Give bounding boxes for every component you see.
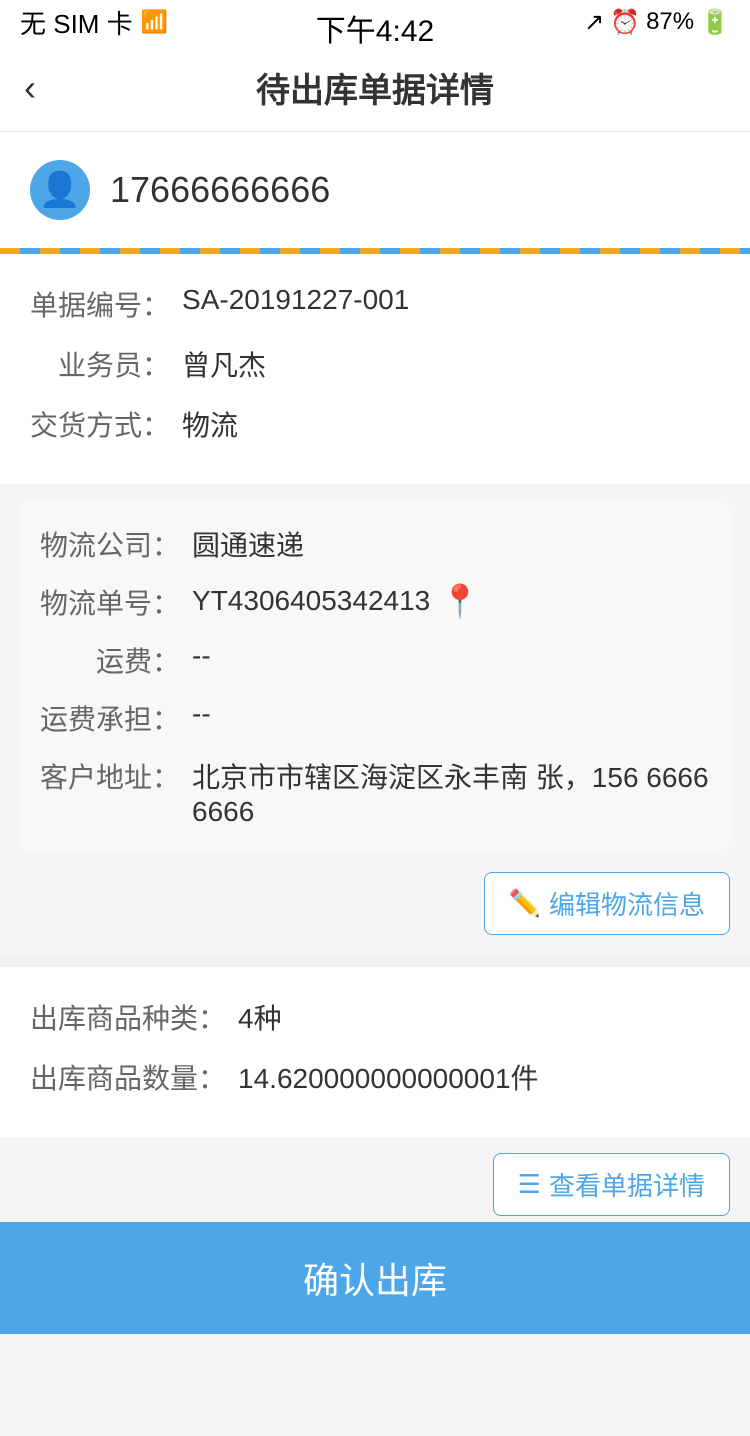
- goods-type-label: 出库商品种类：: [30, 997, 226, 1037]
- goods-type-row: 出库商品种类： 4种: [30, 997, 720, 1037]
- section-divider: [0, 955, 750, 967]
- logistics-address-label: 客户地址：: [40, 756, 180, 796]
- edit-icon: ✏️: [509, 888, 541, 919]
- goods-type-value: 4种: [238, 997, 720, 1037]
- salesman-value: 曾凡杰: [182, 344, 720, 384]
- user-icon: 👤: [39, 170, 81, 210]
- order-number-row: 单据编号： SA-20191227-001: [30, 284, 720, 324]
- logistics-card: 物流公司： 圆通速递 物流单号： YT43064053424​13 📍 运费： …: [20, 500, 730, 852]
- delivery-row: 交货方式： 物流: [30, 404, 720, 444]
- battery-icon: 🔋: [700, 8, 730, 37]
- order-number-value: SA-20191227-001: [182, 284, 720, 316]
- logistics-freight-value: --: [192, 640, 710, 672]
- goods-quantity-label: 出库商品数量：: [30, 1057, 226, 1097]
- edit-btn-label: 编辑物流信息: [549, 885, 705, 922]
- avatar: 👤: [30, 160, 90, 220]
- bottom-btn-area: 确认出库: [0, 1222, 750, 1334]
- location-icon: ↗: [584, 8, 604, 37]
- page-title: 待出库单据详情: [256, 63, 494, 112]
- logistics-company-row: 物流公司： 圆通速递: [40, 524, 710, 564]
- logistics-address-row: 客户地址： 北京市市辖区海淀区永丰南 张，156 6666 6666: [40, 756, 710, 828]
- goods-quantity-row: 出库商品数量： 14.620000000000001件: [30, 1057, 720, 1097]
- confirm-outbound-button[interactable]: 确认出库: [303, 1252, 447, 1304]
- battery-label: 87%: [646, 8, 694, 36]
- logistics-freight-bear-label: 运费承担：: [40, 698, 180, 738]
- order-number-label: 单据编号：: [30, 284, 170, 324]
- logistics-address-value: 北京市市辖区海淀区永丰南 张，156 6666 6666: [192, 756, 710, 828]
- customer-section: 👤 17666666666: [0, 132, 750, 248]
- logistics-freight-label: 运费：: [40, 640, 180, 680]
- detail-btn-label: 查看单据详情: [549, 1166, 705, 1203]
- logistics-company-value: 圆通速递: [192, 524, 710, 564]
- alarm-icon: ⏰: [610, 8, 640, 37]
- status-bar: 无 SIM 卡 📶 下午4:42 ↗ ⏰ 87% 🔋: [0, 0, 750, 44]
- goods-section: 出库商品种类： 4种 出库商品数量： 14.620000000000001件: [0, 967, 750, 1137]
- status-left: 无 SIM 卡 📶: [20, 4, 168, 41]
- salesman-row: 业务员： 曾凡杰: [30, 344, 720, 384]
- edit-logistics-button[interactable]: ✏️ 编辑物流信息: [484, 872, 730, 935]
- carrier-label: 无 SIM 卡: [20, 4, 133, 41]
- delivery-value: 物流: [182, 404, 720, 444]
- customer-phone: 17666666666: [110, 169, 330, 211]
- back-button[interactable]: ‹: [24, 67, 36, 109]
- order-info-section: 单据编号： SA-20191227-001 业务员： 曾凡杰 交货方式： 物流: [0, 254, 750, 484]
- delivery-label: 交货方式：: [30, 404, 170, 444]
- edit-btn-row: ✏️ 编辑物流信息: [0, 872, 750, 955]
- logistics-freight-row: 运费： --: [40, 640, 710, 680]
- logistics-tracking-row: 物流单号： YT43064053424​13 📍: [40, 582, 710, 622]
- logistics-tracking-label: 物流单号：: [40, 582, 180, 622]
- logistics-freight-bear-value: --: [192, 698, 710, 730]
- nav-bar: ‹ 待出库单据详情: [0, 44, 750, 132]
- detail-icon: ☰: [518, 1169, 541, 1200]
- view-detail-button[interactable]: ☰ 查看单据详情: [493, 1153, 730, 1216]
- salesman-label: 业务员：: [30, 344, 170, 384]
- logistics-company-label: 物流公司：: [40, 524, 180, 564]
- status-right: ↗ ⏰ 87% 🔋: [584, 8, 730, 37]
- location-pin-icon[interactable]: 📍: [440, 582, 480, 620]
- goods-quantity-value: 14.620000000000001件: [238, 1057, 720, 1097]
- wifi-icon: 📶: [141, 9, 168, 35]
- logistics-tracking-value: YT43064053424​13 📍: [192, 582, 710, 620]
- logistics-freight-bear-row: 运费承担： --: [40, 698, 710, 738]
